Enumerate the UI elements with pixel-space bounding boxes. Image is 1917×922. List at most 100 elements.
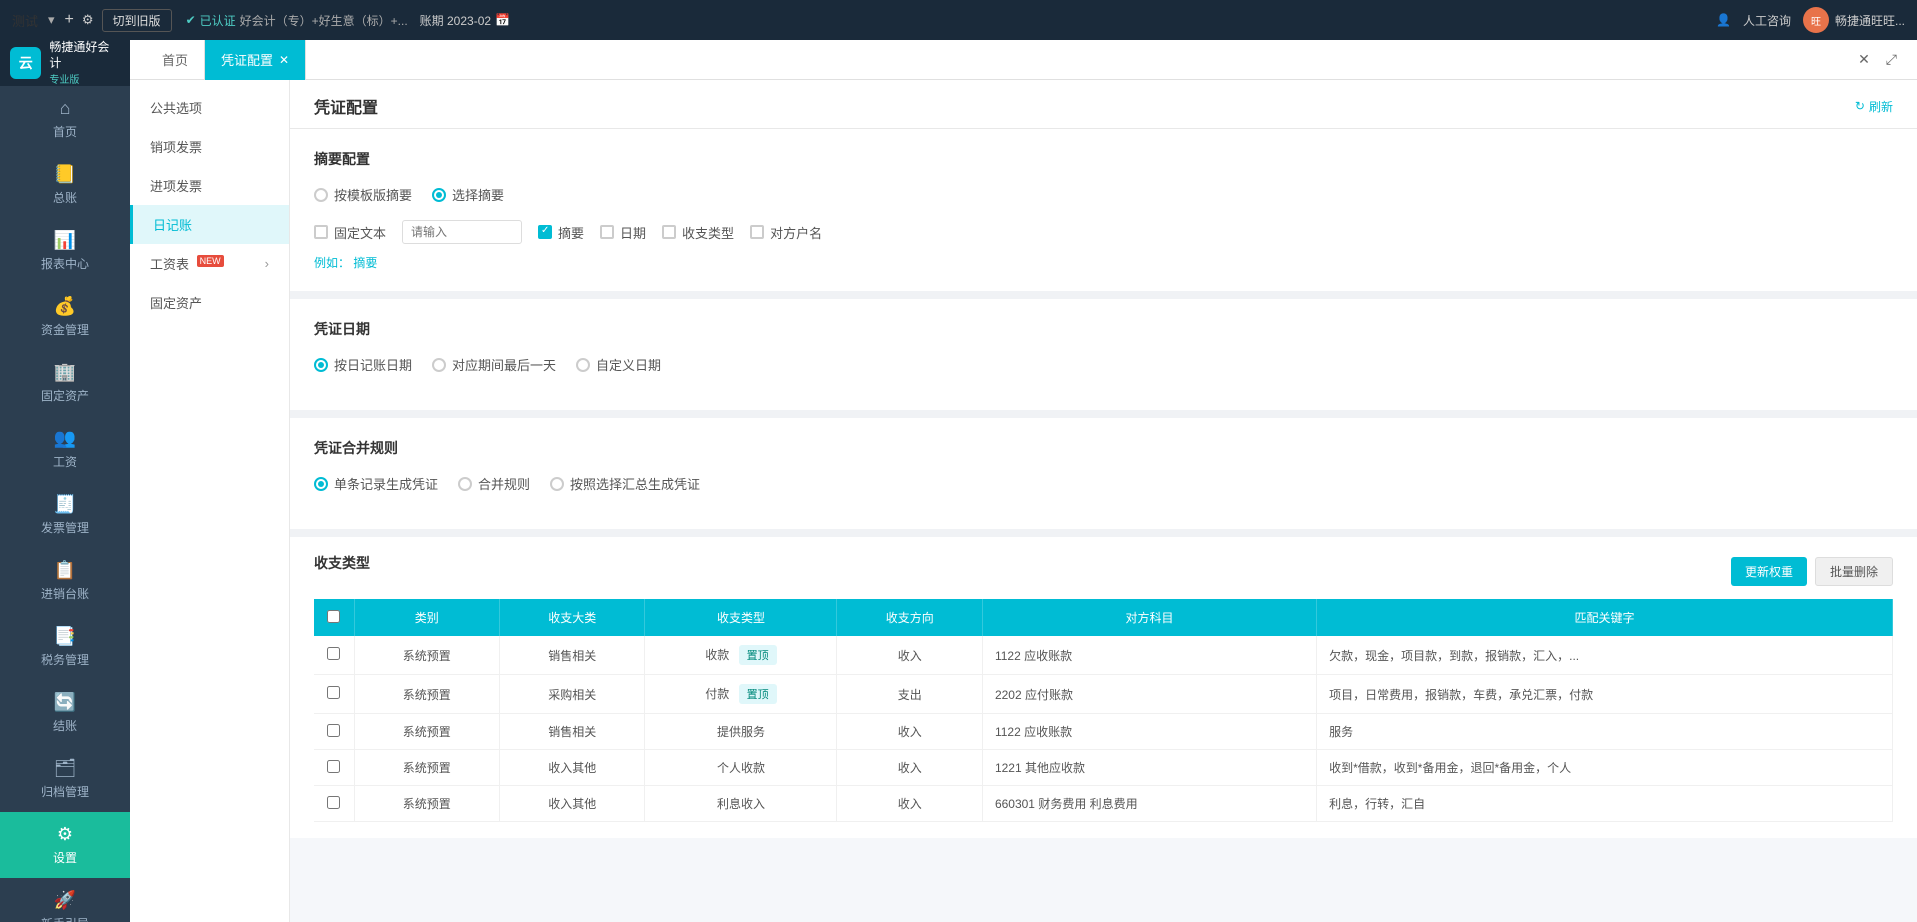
switch-version-btn[interactable]: 切到旧版 (102, 9, 172, 32)
summary-radio-group: 按模板版摘要 选择摘要 (314, 185, 1893, 204)
th-checkbox[interactable] (314, 599, 354, 636)
sales-icon: 📋 (54, 560, 76, 581)
sidebar-item-finance[interactable]: 💰 资金管理 (0, 284, 130, 350)
main-panel: 凭证配置 ↻ 刷新 摘要配置 按模板版摘要 (290, 80, 1917, 922)
table-row: 系统预置 收入其他 利息收入 收入 660301 财务费用 利息费用 利息，行转… (314, 786, 1893, 822)
income-table: 类别 收支大类 收支类型 收支方向 对方科目 匹配关键字 (314, 599, 1893, 822)
row-bigtype-4: 收入其他 (499, 750, 644, 786)
sidebar-item-ledger[interactable]: 📒 总账 (0, 152, 130, 218)
summary-checkbox-row: 固定文本 摘要 日期 (314, 220, 1893, 244)
row-subject-4: 1221 其他应收款 (982, 750, 1316, 786)
sidebar-label-settings: 设置 (53, 849, 77, 866)
invoice-icon: 🧾 (54, 494, 76, 515)
th-direction: 收支方向 (837, 599, 982, 636)
row-checkbox-4[interactable] (314, 750, 354, 786)
sidebar-item-guide[interactable]: 🚀 新手引导 (0, 878, 130, 922)
update-weight-btn[interactable]: 更新权重 (1731, 557, 1807, 586)
settings-sidebar-icon: ⚙ (57, 824, 73, 845)
row-bigtype-5: 收入其他 (499, 786, 644, 822)
th-subject: 对方科目 (982, 599, 1316, 636)
sub-item-journal[interactable]: 日记账 (130, 205, 289, 244)
tab-home[interactable]: 首页 (146, 40, 205, 80)
logo-main-text: 畅捷通好会计 (49, 40, 120, 71)
radio-custom-date[interactable]: 自定义日期 (576, 355, 661, 374)
sub-item-fixed-assets[interactable]: 固定资产 (130, 283, 289, 322)
radio-single-record[interactable]: 单条记录生成凭证 (314, 474, 438, 493)
plus-btn[interactable]: + (65, 11, 74, 29)
th-keywords: 匹配关键字 (1317, 599, 1893, 636)
sidebar-item-archive[interactable]: 🗂 归档管理 (0, 746, 130, 812)
th-big-type: 收支大类 (499, 599, 644, 636)
row-checkbox-3[interactable] (314, 714, 354, 750)
reports-icon: 📊 (54, 230, 76, 251)
radio-summary-generate[interactable]: 按照选择汇总生成凭证 (550, 474, 700, 493)
user-avatar: 旺 (1803, 7, 1829, 33)
checkbox-income-type[interactable]: 收支类型 (662, 223, 734, 242)
radio-last-day[interactable]: 对应期间最后一天 (432, 355, 556, 374)
sidebar-item-sales[interactable]: 📋 进销台账 (0, 548, 130, 614)
row-bigtype-3: 销售相关 (499, 714, 644, 750)
tab-voucher-config[interactable]: 凭证配置 ✕ (205, 40, 306, 80)
row-type-2: 付款 置顶 (645, 675, 837, 714)
close-window-btn[interactable]: ✕ (1854, 47, 1874, 72)
table-row: 系统预置 销售相关 提供服务 收入 1122 应收账款 服务 (314, 714, 1893, 750)
certified-label: 已认证 (200, 12, 236, 29)
radio-dot-summary (550, 477, 564, 491)
calendar-icon[interactable]: 📅 (495, 13, 510, 27)
sidebar: 云 畅捷通好会计 专业版 ⌂ 首页 📒 总账 📊 报表中心 💰 资金管理 🏢 固… (0, 40, 130, 922)
ledger-icon: 📒 (54, 164, 76, 185)
radio-merge-rule[interactable]: 合并规则 (458, 474, 530, 493)
select-all-checkbox[interactable] (327, 610, 340, 623)
finance-icon: 💰 (54, 296, 76, 317)
sub-item-purchase-invoice[interactable]: 进项发票 (130, 166, 289, 205)
dropdown-icon[interactable]: ▾ (48, 12, 55, 28)
assets-icon: 🏢 (54, 362, 76, 383)
sub-item-public[interactable]: 公共选项 (130, 88, 289, 127)
expand-window-btn[interactable]: ⤢ (1882, 47, 1901, 72)
row-checkbox-5[interactable] (314, 786, 354, 822)
settings-icon[interactable]: ⚙ (82, 12, 94, 28)
date-title: 凭证日期 (314, 319, 1893, 339)
sidebar-item-reports[interactable]: 📊 报表中心 (0, 218, 130, 284)
sub-item-payroll[interactable]: 工资表 NEW › (130, 244, 289, 283)
sidebar-item-tax[interactable]: 📑 税务管理 (0, 614, 130, 680)
sub-item-sales-invoice[interactable]: 销项发票 (130, 127, 289, 166)
checkbox-summary[interactable]: 摘要 (538, 223, 584, 242)
merge-radio-group: 单条记录生成凭证 合并规则 按照选择汇总生成凭证 (314, 474, 1893, 493)
sidebar-item-closing[interactable]: 🔄 结账 (0, 680, 130, 746)
sidebar-item-settings[interactable]: ⚙ 设置 (0, 812, 130, 878)
tag-btn-2[interactable]: 置顶 (739, 684, 777, 704)
sidebar-label-sales: 进销台账 (41, 585, 89, 602)
consult-btn[interactable]: 人工咨询 (1743, 12, 1791, 29)
panel-header: 凭证配置 ↻ 刷新 (290, 80, 1917, 129)
radio-template[interactable]: 按模板版摘要 (314, 185, 412, 204)
row-subject-3: 1122 应收账款 (982, 714, 1316, 750)
radio-dot-journal (314, 358, 328, 372)
row-checkbox-2[interactable] (314, 675, 354, 714)
refresh-btn[interactable]: ↻ 刷新 (1855, 98, 1893, 115)
row-subject-1: 1122 应收账款 (982, 636, 1316, 675)
sidebar-item-home[interactable]: ⌂ 首页 (0, 86, 130, 152)
checkbox-counterpart[interactable]: 对方户名 (750, 223, 822, 242)
radio-dot-custom (576, 358, 590, 372)
radio-select[interactable]: 选择摘要 (432, 185, 504, 204)
radio-journal-date[interactable]: 按日记账日期 (314, 355, 412, 374)
sidebar-label-tax: 税务管理 (41, 651, 89, 668)
user-info[interactable]: 旺 畅捷通旺旺... (1803, 7, 1905, 33)
date-section: 凭证日期 按日记账日期 对应期间最后一天 (290, 299, 1917, 418)
checkbox-box-fixed (314, 225, 328, 239)
batch-delete-btn[interactable]: 批量删除 (1815, 557, 1893, 586)
consult-icon: 👤 (1716, 13, 1731, 27)
sidebar-item-invoice[interactable]: 🧾 发票管理 (0, 482, 130, 548)
tab-close-btn[interactable]: ✕ (279, 53, 289, 67)
sidebar-item-assets[interactable]: 🏢 固定资产 (0, 350, 130, 416)
sidebar-label-archive: 归档管理 (41, 783, 89, 800)
tag-btn-1[interactable]: 置顶 (739, 645, 777, 665)
checkbox-fixed-text[interactable]: 固定文本 (314, 223, 386, 242)
row-checkbox-1[interactable] (314, 636, 354, 675)
sidebar-item-salary[interactable]: 👥 工资 (0, 416, 130, 482)
row-bigtype-2: 采购相关 (499, 675, 644, 714)
fixed-text-input[interactable] (402, 220, 522, 244)
row-bigtype-1: 销售相关 (499, 636, 644, 675)
checkbox-date[interactable]: 日期 (600, 223, 646, 242)
